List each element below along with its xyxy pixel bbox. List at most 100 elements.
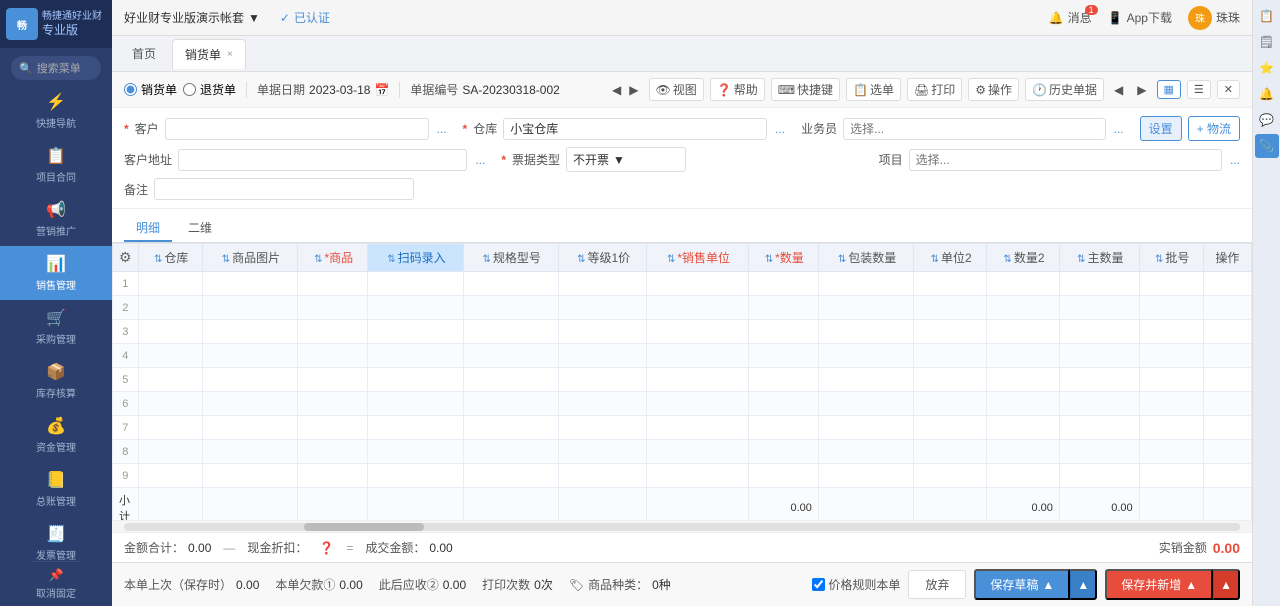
- tab-detail[interactable]: 明细: [124, 215, 172, 242]
- cell-row7-col10[interactable]: [914, 416, 987, 440]
- sidebar-item-sales[interactable]: 📊 销售管理: [0, 246, 112, 300]
- sidebar-item-purchase[interactable]: 🛒 采购管理: [0, 300, 112, 354]
- cell-row5-col12[interactable]: [1059, 368, 1139, 392]
- scroll-track[interactable]: [124, 523, 1240, 531]
- cell-row4-col5[interactable]: [463, 344, 558, 368]
- cell-row7-col2[interactable]: [202, 416, 297, 440]
- cell-row9-col10[interactable]: [914, 464, 987, 488]
- cell-row9-col8[interactable]: [748, 464, 818, 488]
- sort-qty-icon[interactable]: ⇅: [765, 254, 773, 265]
- price-rule-checkbox[interactable]: 价格规则本单: [812, 576, 900, 593]
- cell-row5-col10[interactable]: [914, 368, 987, 392]
- messages-btn[interactable]: 🔔 消息 1: [1049, 9, 1092, 26]
- cell-row3-col3[interactable]: [298, 320, 368, 344]
- cell-row8-col2[interactable]: [202, 440, 297, 464]
- cell-row9-col6[interactable]: [558, 464, 646, 488]
- col-settings[interactable]: ⚙: [113, 244, 139, 272]
- cell-row6-col3[interactable]: [298, 392, 368, 416]
- shortcut-btn[interactable]: ⌨ 快捷键: [771, 78, 840, 101]
- cell-row7-col9[interactable]: [818, 416, 913, 440]
- cell-row2-col4[interactable]: [368, 296, 463, 320]
- cell-row5-col9[interactable]: [818, 368, 913, 392]
- sidebar-item-invoice[interactable]: 🧾 发票管理: [0, 516, 112, 561]
- cell-row1-col12[interactable]: [1059, 272, 1139, 296]
- cell-row4-col2[interactable]: [202, 344, 297, 368]
- sort-pack-icon[interactable]: ⇅: [838, 254, 846, 265]
- cell-row8-col14[interactable]: [1203, 440, 1251, 464]
- customer-picker-btn[interactable]: ...: [437, 122, 447, 136]
- cell-row3-col2[interactable]: [202, 320, 297, 344]
- sort-main-qty-icon[interactable]: ⇅: [1077, 254, 1085, 265]
- sidebar-item-quick-nav[interactable]: ⚡ 快捷导航: [0, 84, 112, 138]
- cell-row6-col4[interactable]: [368, 392, 463, 416]
- cell-row2-col3[interactable]: [298, 296, 368, 320]
- sidebar-item-inventory[interactable]: 📦 库存核算: [0, 354, 112, 408]
- cell-row3-col10[interactable]: [914, 320, 987, 344]
- cell-row9-col14[interactable]: [1203, 464, 1251, 488]
- cell-row1-col13[interactable]: [1139, 272, 1203, 296]
- sidebar-item-project[interactable]: 📋 项目合同: [0, 138, 112, 192]
- project-picker-btn[interactable]: ...: [1230, 153, 1240, 167]
- cell-row3-col11[interactable]: [987, 320, 1060, 344]
- customer-input[interactable]: [165, 118, 429, 140]
- cell-row4-col8[interactable]: [748, 344, 818, 368]
- tab-close-icon[interactable]: ×: [227, 49, 233, 60]
- cell-row7-col8[interactable]: [748, 416, 818, 440]
- history-btn[interactable]: 🕐 历史单据: [1025, 78, 1104, 101]
- save-new-arrow-btn[interactable]: ▲: [1213, 569, 1240, 600]
- cell-row6-col9[interactable]: [818, 392, 913, 416]
- cell-row2-col5[interactable]: [463, 296, 558, 320]
- tab-sales-order[interactable]: 销货单 ×: [172, 39, 246, 69]
- cell-row1-col8[interactable]: [748, 272, 818, 296]
- address-picker-btn[interactable]: ...: [475, 153, 485, 167]
- cell-row2-col1[interactable]: [138, 296, 202, 320]
- cell-row6-col12[interactable]: [1059, 392, 1139, 416]
- cell-row4-col7[interactable]: [647, 344, 748, 368]
- cell-row3-col7[interactable]: [647, 320, 748, 344]
- save-draft-arrow-btn[interactable]: ▲: [1070, 569, 1097, 600]
- cell-row8-col5[interactable]: [463, 440, 558, 464]
- cell-row5-col4[interactable]: [368, 368, 463, 392]
- sort-product-icon[interactable]: ⇅: [314, 254, 322, 265]
- salesman-picker-btn[interactable]: ...: [1114, 122, 1124, 136]
- cell-row3-col12[interactable]: [1059, 320, 1139, 344]
- cell-row7-col4[interactable]: [368, 416, 463, 440]
- cell-row7-col11[interactable]: [987, 416, 1060, 440]
- cell-row4-col4[interactable]: [368, 344, 463, 368]
- cell-row4-col10[interactable]: [914, 344, 987, 368]
- scroll-thumb[interactable]: [304, 523, 424, 531]
- cell-row3-col4[interactable]: [368, 320, 463, 344]
- operate-btn[interactable]: ⚙ 操作: [968, 78, 1019, 101]
- invoice-select[interactable]: 不开票 ▼: [566, 147, 686, 172]
- cell-row5-col3[interactable]: [298, 368, 368, 392]
- price-rule-input[interactable]: [812, 578, 825, 591]
- cell-row8-col9[interactable]: [818, 440, 913, 464]
- cell-row7-col13[interactable]: [1139, 416, 1203, 440]
- sort-batch-icon[interactable]: ⇅: [1155, 254, 1163, 265]
- cell-row9-col11[interactable]: [987, 464, 1060, 488]
- cell-row9-col3[interactable]: [298, 464, 368, 488]
- cell-row7-col1[interactable]: [138, 416, 202, 440]
- cell-row1-col3[interactable]: [298, 272, 368, 296]
- cell-row9-col5[interactable]: [463, 464, 558, 488]
- cell-row2-col13[interactable]: [1139, 296, 1203, 320]
- set-btn[interactable]: 设置: [1140, 116, 1182, 141]
- select-btn[interactable]: 📋 选单: [846, 78, 901, 101]
- sidebar-item-ledger[interactable]: 📒 总账管理: [0, 462, 112, 516]
- radio-return[interactable]: 退货单: [183, 81, 236, 98]
- cell-row9-col2[interactable]: [202, 464, 297, 488]
- cell-row5-col14[interactable]: [1203, 368, 1251, 392]
- cell-row7-col14[interactable]: [1203, 416, 1251, 440]
- warehouse-picker-btn[interactable]: ...: [775, 122, 785, 136]
- cell-row3-col1[interactable]: [138, 320, 202, 344]
- sidebar-item-finance[interactable]: 💰 资金管理: [0, 408, 112, 462]
- right-panel-btn-4[interactable]: 🔔: [1255, 82, 1279, 106]
- right-panel-btn-5[interactable]: 💬: [1255, 108, 1279, 132]
- cell-row1-col4[interactable]: [368, 272, 463, 296]
- cell-row4-col11[interactable]: [987, 344, 1060, 368]
- warehouse-input[interactable]: [503, 118, 767, 140]
- notes-input[interactable]: [154, 178, 414, 200]
- cell-row6-col6[interactable]: [558, 392, 646, 416]
- cell-row6-col10[interactable]: [914, 392, 987, 416]
- grid-view-btn[interactable]: ▦: [1157, 80, 1181, 99]
